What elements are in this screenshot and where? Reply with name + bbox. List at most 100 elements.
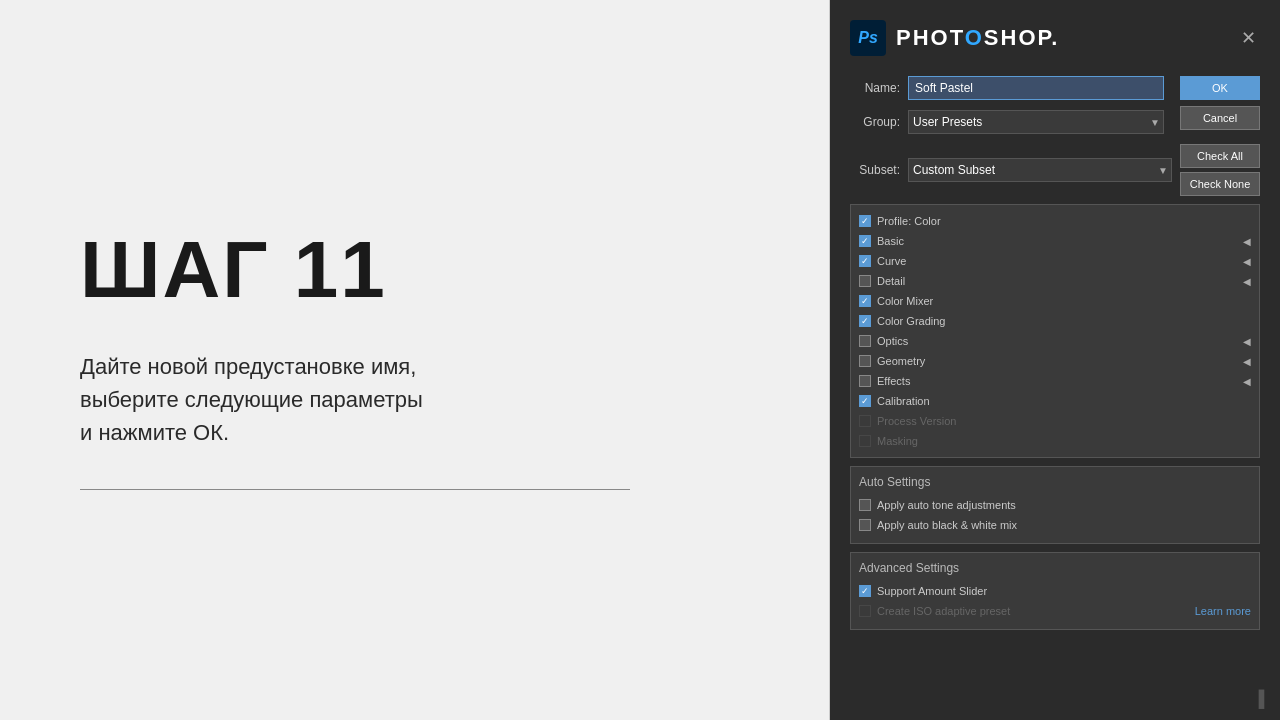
check-left-4: Color Mixer [859,295,933,307]
check-label-10: Process Version [877,415,956,427]
group-row: Group: User Presets ▼ [850,110,1164,134]
close-button[interactable]: ✕ [1236,26,1260,50]
checklist-item-9: Calibration [859,391,1251,411]
create-iso-checkbox[interactable] [859,605,871,617]
check-arrow-8[interactable]: ◀ [1243,376,1251,387]
check-arrow-2[interactable]: ◀ [1243,256,1251,267]
bottom-icon: ▐ [1253,690,1264,708]
learn-more-link[interactable]: Learn more [1195,605,1251,617]
check-arrow-1[interactable]: ◀ [1243,236,1251,247]
check-label-9: Calibration [877,395,930,407]
check-left-0: Profile: Color [859,215,941,227]
subset-row: Subset: Custom Subset ▼ Check All Check … [850,144,1260,196]
create-iso-row: Create ISO adaptive preset Learn more [859,601,1251,621]
step-description: Дайте новой предустановке имя, выберите … [80,350,749,449]
auto-tone-checkbox[interactable] [859,499,871,511]
checkbox-7[interactable] [859,355,871,367]
auto-tone-left: Apply auto tone adjustments [859,499,1016,511]
check-none-button[interactable]: Check None [1180,172,1260,196]
ok-cancel-area: OK Cancel [1180,76,1260,130]
ok-button[interactable]: OK [1180,76,1260,100]
check-arrow-3[interactable]: ◀ [1243,276,1251,287]
advanced-settings-section: Advanced Settings Support Amount Slider … [850,552,1260,630]
checklist-item-6: Optics ◀ [859,331,1251,351]
checkbox-3[interactable] [859,275,871,287]
check-label-5: Color Grading [877,315,945,327]
auto-bw-left: Apply auto black & white mix [859,519,1017,531]
checkbox-1[interactable] [859,235,871,247]
checklist-item-10: Process Version [859,411,1251,431]
auto-bw-row: Apply auto black & white mix [859,515,1251,535]
cancel-button[interactable]: Cancel [1180,106,1260,130]
auto-settings-title: Auto Settings [859,475,1251,489]
group-select[interactable]: User Presets [908,110,1164,134]
app-header: Ps PHOTOSHOP. ✕ [850,20,1260,56]
name-input[interactable] [908,76,1164,100]
auto-settings-section: Auto Settings Apply auto tone adjustment… [850,466,1260,544]
check-label-4: Color Mixer [877,295,933,307]
check-label-7: Geometry [877,355,925,367]
checklist-item-5: Color Grading [859,311,1251,331]
check-arrow-7[interactable]: ◀ [1243,356,1251,367]
logo-area: Ps PHOTOSHOP. [850,20,1059,56]
checkbox-10[interactable] [859,415,871,427]
check-arrow-6[interactable]: ◀ [1243,336,1251,347]
form-fields: Name: Group: User Presets ▼ [850,76,1164,144]
check-left-3: Detail [859,275,905,287]
app-title-o: O [965,25,984,50]
auto-tone-row: Apply auto tone adjustments [859,495,1251,515]
create-iso-left: Create ISO adaptive preset [859,605,1010,617]
auto-tone-label: Apply auto tone adjustments [877,499,1016,511]
check-left-11: Masking [859,435,918,447]
checkbox-9[interactable] [859,395,871,407]
checklist-item-2: Curve ◀ [859,251,1251,271]
app-title: PHOTOSHOP. [896,25,1059,51]
support-amount-label: Support Amount Slider [877,585,987,597]
check-left-5: Color Grading [859,315,945,327]
check-left-10: Process Version [859,415,956,427]
group-label: Group: [850,115,900,129]
subset-label: Subset: [850,163,900,177]
subset-select-wrapper: Custom Subset ▼ [908,158,1172,182]
checkbox-0[interactable] [859,215,871,227]
checkbox-11[interactable] [859,435,871,447]
description-line1: Дайте новой предустановке имя, [80,354,416,379]
check-left-2: Curve [859,255,906,267]
ps-logo: Ps [850,20,886,56]
checkbox-8[interactable] [859,375,871,387]
check-left-1: Basic [859,235,904,247]
step-title: ШАГ 11 [80,230,749,310]
auto-bw-label: Apply auto black & white mix [877,519,1017,531]
form-area: Name: Group: User Presets ▼ OK Cancel [850,76,1260,144]
check-left-9: Calibration [859,395,930,407]
checklist-item-4: Color Mixer [859,291,1251,311]
check-left-7: Geometry [859,355,925,367]
checkbox-2[interactable] [859,255,871,267]
checkbox-6[interactable] [859,335,871,347]
check-label-8: Effects [877,375,910,387]
check-label-0: Profile: Color [877,215,941,227]
checklist-item-11: Masking [859,431,1251,451]
checklist-panel: Profile: Color Basic ◀ Curve ◀ Detail ◀ Color M… [850,204,1260,458]
subset-select[interactable]: Custom Subset [908,158,1172,182]
auto-bw-checkbox[interactable] [859,519,871,531]
check-label-1: Basic [877,235,904,247]
checkbox-5[interactable] [859,315,871,327]
create-iso-label: Create ISO adaptive preset [877,605,1010,617]
check-label-11: Masking [877,435,918,447]
checklist-item-0: Profile: Color [859,211,1251,231]
divider-line [80,489,630,490]
support-amount-checkbox[interactable] [859,585,871,597]
checklist-item-7: Geometry ◀ [859,351,1251,371]
check-left-6: Optics [859,335,908,347]
check-label-2: Curve [877,255,906,267]
checklist-item-1: Basic ◀ [859,231,1251,251]
check-all-button[interactable]: Check All [1180,144,1260,168]
check-label-6: Optics [877,335,908,347]
description-line2: выберите следующие параметры [80,387,423,412]
checkbox-4[interactable] [859,295,871,307]
right-panel: Ps PHOTOSHOP. ✕ Name: Group: User Preset… [830,0,1280,720]
name-row: Name: [850,76,1164,100]
checklist-item-3: Detail ◀ [859,271,1251,291]
group-select-wrapper: User Presets ▼ [908,110,1164,134]
